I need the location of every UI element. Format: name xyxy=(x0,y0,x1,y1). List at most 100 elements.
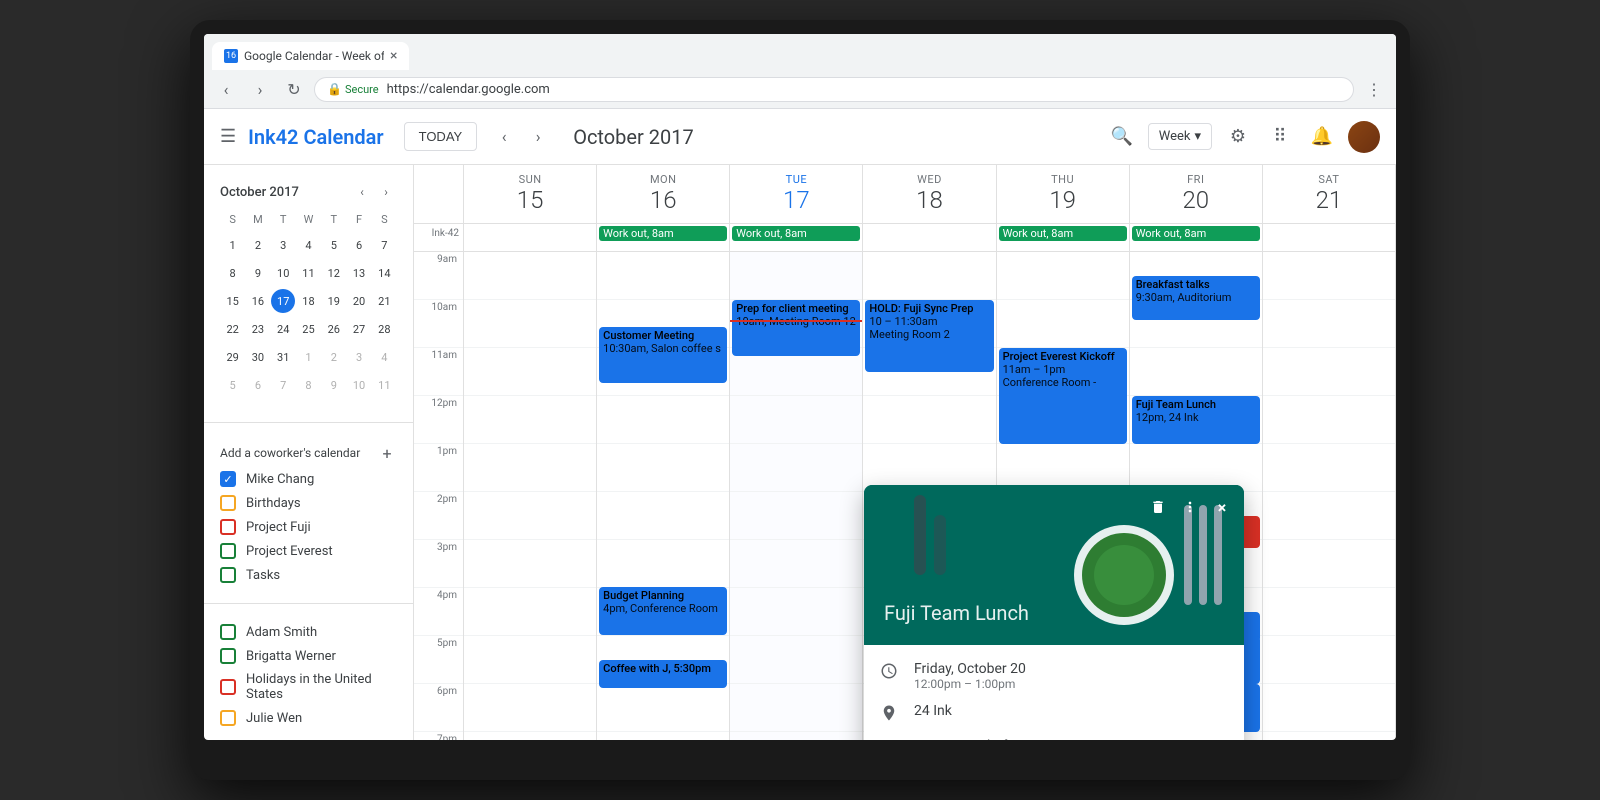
mini-day[interactable]: 23 xyxy=(246,317,270,341)
mini-day-other[interactable]: 2 xyxy=(322,345,346,369)
add-coworker-btn[interactable]: + xyxy=(377,443,397,463)
mini-day[interactable]: 9 xyxy=(246,261,270,285)
refresh-button[interactable]: ↻ xyxy=(280,75,308,103)
calendar-checkbox-julie[interactable] xyxy=(220,710,236,726)
mini-prev-btn[interactable]: ‹ xyxy=(351,181,373,203)
calendar-item-adam[interactable]: Adam Smith xyxy=(220,620,397,644)
coffee-event[interactable]: Coffee with J, 5:30pm xyxy=(599,660,727,688)
mini-day[interactable]: 3 xyxy=(271,233,295,257)
mini-day[interactable]: 26 xyxy=(322,317,346,341)
mini-cal-header: October 2017 ‹ › xyxy=(220,181,397,203)
mini-day[interactable]: 22 xyxy=(221,317,245,341)
mini-day[interactable]: 2 xyxy=(246,233,270,257)
calendar-item-everest[interactable]: Project Everest xyxy=(220,539,397,563)
fuji-sync-event[interactable]: HOLD: Fuji Sync Prep 10 – 11:30am Meetin… xyxy=(865,300,993,372)
day-name-sat: Sat xyxy=(1267,173,1391,186)
search-button[interactable]: 🔍 xyxy=(1106,121,1138,153)
browser-menu-btn[interactable]: ⋮ xyxy=(1360,75,1388,103)
mini-day[interactable]: 16 xyxy=(246,289,270,313)
calendar-item-birthdays[interactable]: Birthdays xyxy=(220,491,397,515)
bell-button[interactable]: 🔔 xyxy=(1306,121,1338,153)
everest-kickoff-event[interactable]: Project Everest Kickoff 11am – 1pm Confe… xyxy=(999,348,1127,444)
mini-day-today[interactable]: 17 xyxy=(271,289,295,313)
mini-day[interactable]: 20 xyxy=(347,289,371,313)
mini-day[interactable]: 12 xyxy=(322,261,346,285)
calendar-checkbox-fuji[interactable] xyxy=(220,519,236,535)
allday-event-mon[interactable]: Work out, 8am xyxy=(599,226,727,241)
time-label-12pm: 12pm xyxy=(414,396,463,444)
mini-day-other[interactable]: 3 xyxy=(347,345,371,369)
hamburger-menu[interactable]: ☰ xyxy=(220,126,236,147)
mini-day-other[interactable]: 10 xyxy=(347,373,371,397)
today-button[interactable]: TODAY xyxy=(404,122,478,151)
mini-day[interactable]: 25 xyxy=(296,317,320,341)
mini-day-other[interactable]: 1 xyxy=(296,345,320,369)
mini-day-other[interactable]: 11 xyxy=(372,373,396,397)
mini-day[interactable]: 11 xyxy=(296,261,320,285)
mini-day[interactable]: 7 xyxy=(372,233,396,257)
mini-day-other[interactable]: 6 xyxy=(246,373,270,397)
mini-day[interactable]: 27 xyxy=(347,317,371,341)
mini-day[interactable]: 19 xyxy=(322,289,346,313)
calendar-item-brigatta[interactable]: Brigatta Werner xyxy=(220,644,397,668)
allday-event-thu[interactable]: Work out, 8am xyxy=(999,226,1127,241)
settings-button[interactable]: ⚙ xyxy=(1222,121,1254,153)
calendar-item-julie[interactable]: Julie Wen xyxy=(220,706,397,730)
calendar-item-tasks[interactable]: Tasks xyxy=(220,563,397,587)
mini-next-btn[interactable]: › xyxy=(375,181,397,203)
popup-more-btn[interactable] xyxy=(1176,493,1204,521)
mini-day[interactable]: 28 xyxy=(372,317,396,341)
customer-meeting-event[interactable]: Customer Meeting 10:30am, Salon coffee s xyxy=(599,327,727,383)
mini-day-other[interactable]: 8 xyxy=(296,373,320,397)
allday-event-fri[interactable]: Work out, 8am xyxy=(1132,226,1260,241)
prep-meeting-event[interactable]: Prep for client meeting 10am, Meeting Ro… xyxy=(732,300,860,356)
calendar-checkbox-tasks[interactable] xyxy=(220,567,236,583)
breakfast-talks-event[interactable]: Breakfast talks 9:30am, Auditorium xyxy=(1132,276,1260,320)
mini-day[interactable]: 21 xyxy=(372,289,396,313)
event-title: Breakfast talks xyxy=(1136,278,1256,291)
calendar-checkbox-holidays[interactable] xyxy=(220,679,236,695)
mini-day-other[interactable]: 7 xyxy=(271,373,295,397)
mini-day[interactable]: 30 xyxy=(246,345,270,369)
fuji-lunch-event[interactable]: Fuji Team Lunch 12pm, 24 Ink xyxy=(1132,396,1260,444)
budget-planning-event[interactable]: Budget Planning 4pm, Conference Room xyxy=(599,587,727,635)
mini-day[interactable]: 15 xyxy=(221,289,245,313)
mini-day[interactable]: 18 xyxy=(296,289,320,313)
calendar-checkbox-everest[interactable] xyxy=(220,543,236,559)
mini-day[interactable]: 13 xyxy=(347,261,371,285)
prev-week-button[interactable]: ‹ xyxy=(489,122,519,152)
allday-event-tue[interactable]: Work out, 8am xyxy=(732,226,860,241)
tab-close-btn[interactable]: × xyxy=(390,48,397,64)
mini-day[interactable]: 4 xyxy=(296,233,320,257)
mini-day-other[interactable]: 5 xyxy=(221,373,245,397)
view-selector[interactable]: Week ▾ xyxy=(1148,123,1212,150)
mini-day[interactable]: 6 xyxy=(347,233,371,257)
popup-delete-btn[interactable] xyxy=(1144,493,1172,521)
grid-button[interactable]: ⠿ xyxy=(1264,121,1296,153)
mini-day[interactable]: 5 xyxy=(322,233,346,257)
next-week-button[interactable]: › xyxy=(523,122,553,152)
back-button[interactable]: ‹ xyxy=(212,75,240,103)
calendar-checkbox-brigatta[interactable] xyxy=(220,648,236,664)
mini-day[interactable]: 29 xyxy=(221,345,245,369)
calendar-checkbox-adam[interactable] xyxy=(220,624,236,640)
browser-tab[interactable]: 16 Google Calendar - Week of Oc × xyxy=(212,42,409,70)
calendar-checkbox-mike[interactable]: ✓ xyxy=(220,471,236,487)
mini-day-other[interactable]: 9 xyxy=(322,373,346,397)
user-avatar[interactable] xyxy=(1348,121,1380,153)
mini-day-other[interactable]: 4 xyxy=(372,345,396,369)
mini-day[interactable]: 31 xyxy=(271,345,295,369)
calendar-checkbox-birthdays[interactable] xyxy=(220,495,236,511)
mini-day[interactable]: 14 xyxy=(372,261,396,285)
calendar-item-fuji[interactable]: Project Fuji xyxy=(220,515,397,539)
mini-day[interactable]: 24 xyxy=(271,317,295,341)
mini-day[interactable]: 10 xyxy=(271,261,295,285)
mini-day[interactable]: 8 xyxy=(221,261,245,285)
popup-close-btn[interactable]: × xyxy=(1208,493,1236,521)
mini-day[interactable]: 1 xyxy=(221,233,245,257)
calendar-item-mike[interactable]: ✓ Mike Chang xyxy=(220,467,397,491)
address-bar[interactable]: 🔒 Secure https://calendar.google.com xyxy=(314,77,1354,102)
calendar-item-holidays[interactable]: Holidays in the United States xyxy=(220,668,397,706)
add-coworker-row[interactable]: Add a coworker's calendar + xyxy=(220,439,397,467)
forward-button[interactable]: › xyxy=(246,75,274,103)
